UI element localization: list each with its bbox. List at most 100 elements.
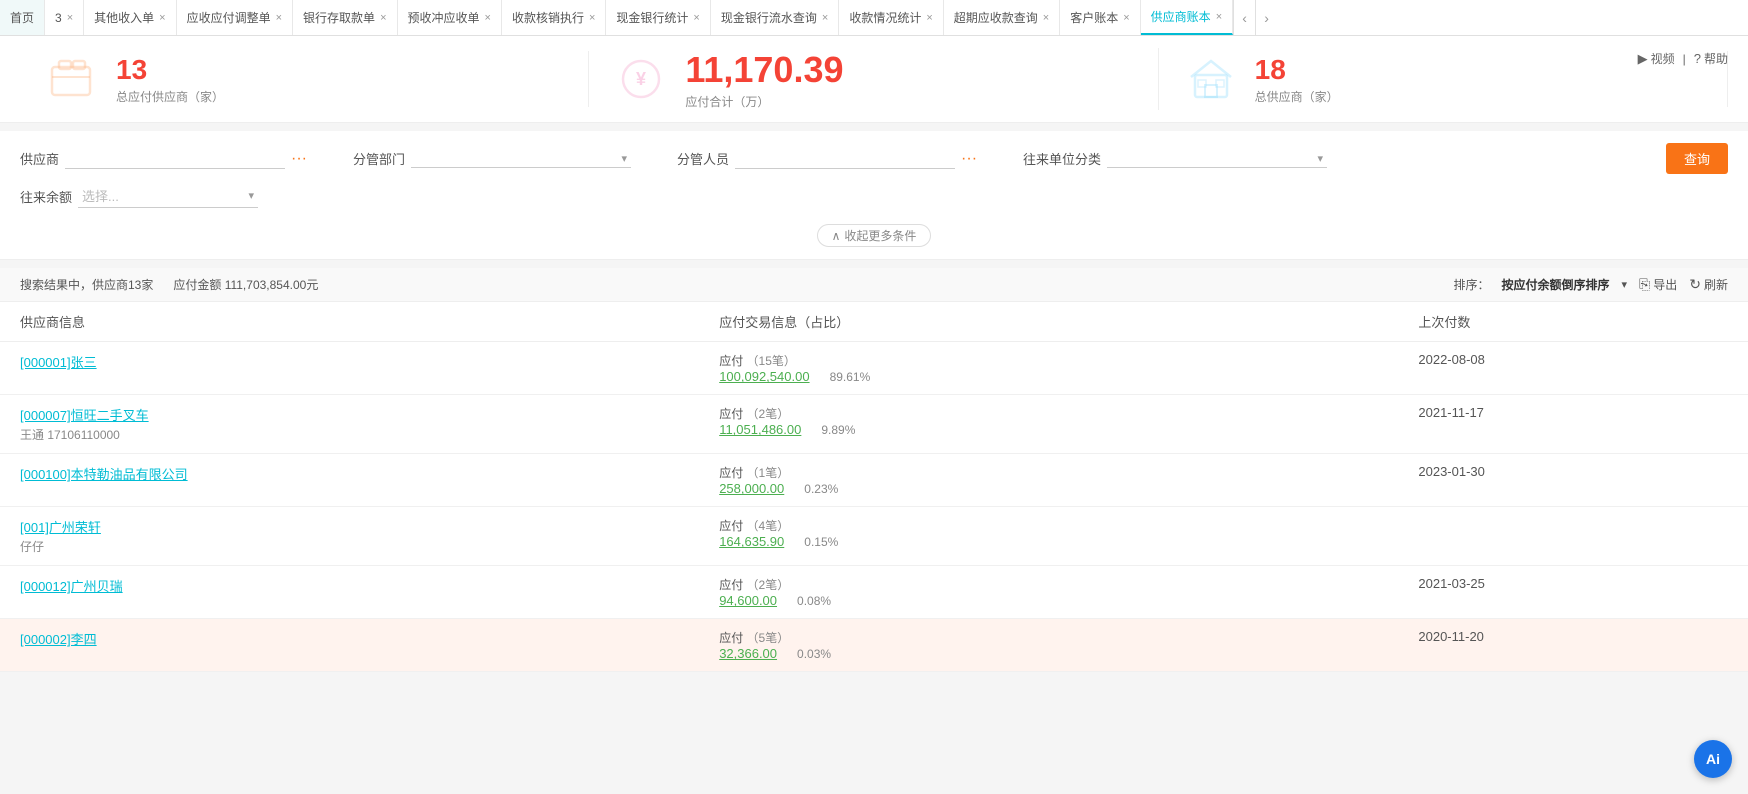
person-input[interactable] xyxy=(735,149,955,169)
nav-arrow-right[interactable]: › xyxy=(1255,0,1277,35)
tab-home[interactable]: 首页 xyxy=(0,0,45,35)
tab-other-income[interactable]: 其他收入单 × xyxy=(84,0,176,35)
tx-amount-row: 94,600.00 0.08% xyxy=(719,593,1378,608)
dept-filter-label: 分管部门 xyxy=(353,149,405,168)
tx-percent: 9.89% xyxy=(821,423,855,437)
nav-arrow-left[interactable]: ‹ xyxy=(1233,0,1255,35)
tx-percent: 0.08% xyxy=(797,594,831,608)
supplier-link[interactable]: [000002]李四 xyxy=(20,632,97,647)
supplier-link[interactable]: [000012]广州贝瑞 xyxy=(20,579,123,594)
close-icon[interactable]: × xyxy=(926,12,932,24)
supplier-info-cell: [000007]恒旺二手叉车王通 17106110000 xyxy=(0,395,699,454)
supplier-info-cell: [000001]张三 xyxy=(0,342,699,395)
filter-department: 分管部门 ▾ xyxy=(353,149,631,168)
collapse-conditions-button[interactable]: ∧ 收起更多条件 xyxy=(817,224,932,247)
table-header: 供应商信息 应付交易信息（占比） 上次付数 xyxy=(0,302,1748,342)
tx-amount-link[interactable]: 164,635.90 xyxy=(719,534,784,549)
money-icon: ¥ xyxy=(613,51,669,107)
tx-amount-row: 164,635.90 0.15% xyxy=(719,534,1378,549)
close-icon[interactable]: × xyxy=(1043,12,1049,24)
tx-percent: 0.03% xyxy=(797,647,831,661)
table-row: [000012]广州贝瑞应付 （2笔）94,600.000.08%2021-03… xyxy=(0,566,1748,619)
tab-supplier-ledger[interactable]: 供应商账本 × xyxy=(1141,0,1233,35)
separator: | xyxy=(1683,52,1686,66)
video-link[interactable]: ▶ 视频 xyxy=(1638,50,1675,67)
close-icon[interactable]: × xyxy=(485,12,491,24)
help-icon: ? xyxy=(1694,51,1701,66)
tx-amount-link[interactable]: 258,000.00 xyxy=(719,481,784,496)
tab-payment-verify[interactable]: 收款核销执行 × xyxy=(502,0,606,35)
col-header-supplier: 供应商信息 xyxy=(0,302,699,342)
supplier-dots-button[interactable]: ··· xyxy=(291,150,307,168)
last-pay-cell: 2020-11-20 xyxy=(1398,619,1748,672)
tab-advance-offset[interactable]: 预收冲应收单 × xyxy=(398,0,502,35)
summary-total-text: 18 总供应商（家） xyxy=(1255,53,1339,106)
close-icon[interactable]: × xyxy=(380,12,386,24)
help-link[interactable]: ? 帮助 xyxy=(1694,50,1728,67)
supplier-input[interactable] xyxy=(65,149,285,169)
supplier-info-cell: [000012]广州贝瑞 xyxy=(0,566,699,619)
tab-3[interactable]: 3 × xyxy=(45,0,84,35)
close-icon[interactable]: × xyxy=(159,12,165,24)
search-button[interactable]: 查询 xyxy=(1666,143,1728,174)
filter-supplier: 供应商 ··· xyxy=(20,149,307,169)
tx-amount-link[interactable]: 94,600.00 xyxy=(719,593,777,608)
supplier-link[interactable]: [000007]恒旺二手叉车 xyxy=(20,408,149,423)
close-icon[interactable]: × xyxy=(1216,11,1222,23)
tab-customer-ledger[interactable]: 客户账本 × xyxy=(1060,0,1140,35)
last-pay-cell: 2021-03-25 xyxy=(1398,566,1748,619)
tx-percent: 0.15% xyxy=(804,535,838,549)
tab-cash-bank-flow[interactable]: 现金银行流水查询 × xyxy=(711,0,839,35)
tx-amount-row: 100,092,540.0089.61% xyxy=(719,369,1378,384)
video-icon: ▶ xyxy=(1638,51,1648,67)
tab-cash-bank-stats[interactable]: 现金银行统计 × xyxy=(606,0,710,35)
tx-count: （2笔） xyxy=(747,578,790,592)
close-icon[interactable]: × xyxy=(276,12,282,24)
tx-amount-link[interactable]: 32,366.00 xyxy=(719,646,777,661)
last-pay-cell: 2023-01-30 xyxy=(1398,454,1748,507)
result-info: 搜索结果中，供应商13家 应付金额 111,703,854.00元 xyxy=(20,276,318,293)
tx-count: （1笔） xyxy=(747,466,790,480)
sort-value[interactable]: 按应付余额倒序排序 xyxy=(1501,276,1609,293)
data-table-wrapper: 供应商信息 应付交易信息（占比） 上次付数 [000001]张三应付 （15笔）… xyxy=(0,302,1748,672)
tx-count: （4笔） xyxy=(747,519,790,533)
tx-amount-link[interactable]: 11,051,486.00 xyxy=(719,422,801,437)
chevron-down-icon: ▾ xyxy=(621,152,627,165)
summary-bar: 13 总应付供应商（家） ¥ 11,170.39 应付合计（万） xyxy=(0,36,1748,123)
ai-badge[interactable]: Ai xyxy=(1694,740,1732,778)
close-icon[interactable]: × xyxy=(67,12,73,24)
export-button[interactable]: ⎘ 导出 xyxy=(1639,276,1677,293)
balance-select[interactable]: 选择... ▾ xyxy=(78,184,258,208)
tx-percent: 0.23% xyxy=(804,482,838,496)
person-dots-button[interactable]: ··· xyxy=(961,150,977,168)
filter-row-1: 供应商 ··· 分管部门 ▾ 分管人员 ··· 往来单位分类 ▾ 查询 xyxy=(20,143,1728,174)
category-select[interactable]: ▾ xyxy=(1107,150,1327,168)
table-row: [001]广州荣轩仔仔应付 （4笔）164,635.900.15% xyxy=(0,507,1748,566)
close-icon[interactable]: × xyxy=(693,12,699,24)
tab-overdue-ar[interactable]: 超期应收款查询 × xyxy=(944,0,1060,35)
tx-amount-link[interactable]: 100,092,540.00 xyxy=(719,369,809,384)
close-icon[interactable]: × xyxy=(589,12,595,24)
top-navigation: 首页 3 × 其他收入单 × 应收应付调整单 × 银行存取款单 × 预收冲应收单… xyxy=(0,0,1748,36)
top-right-links: ▶ 视频 | ? 帮助 xyxy=(1638,50,1728,67)
dept-select[interactable]: ▾ xyxy=(411,150,631,168)
supplier-link[interactable]: [001]广州荣轩 xyxy=(20,520,101,535)
close-icon[interactable]: × xyxy=(822,12,828,24)
close-icon[interactable]: × xyxy=(1123,12,1129,24)
tx-info-cell: 应付 （2笔）11,051,486.009.89% xyxy=(699,395,1398,454)
table-row: [000001]张三应付 （15笔）100,092,540.0089.61%20… xyxy=(0,342,1748,395)
supplier-link[interactable]: [000001]张三 xyxy=(20,355,97,370)
filter-category: 往来单位分类 ▾ xyxy=(1023,149,1327,168)
tab-bank-deposit[interactable]: 银行存取款单 × xyxy=(293,0,397,35)
tab-ar-ap-adjust[interactable]: 应收应付调整单 × xyxy=(177,0,293,35)
refresh-button[interactable]: ↻ 刷新 xyxy=(1689,276,1728,293)
tab-payment-stats[interactable]: 收款情况统计 × xyxy=(839,0,943,35)
supplier-link[interactable]: [000100]本特勒油品有限公司 xyxy=(20,467,188,482)
tx-info-cell: 应付 （1笔）258,000.000.23% xyxy=(699,454,1398,507)
chevron-down-icon: ▾ xyxy=(248,189,254,202)
tx-amount-row: 258,000.00 0.23% xyxy=(719,481,1378,496)
category-filter-label: 往来单位分类 xyxy=(1023,149,1101,168)
filter-section: 供应商 ··· 分管部门 ▾ 分管人员 ··· 往来单位分类 ▾ 查询 xyxy=(0,131,1748,260)
result-actions: 排序： 按应付余额倒序排序 ▾ ⎘ 导出 ↻ 刷新 xyxy=(1453,276,1728,293)
export-icon: ⎘ xyxy=(1639,276,1650,293)
